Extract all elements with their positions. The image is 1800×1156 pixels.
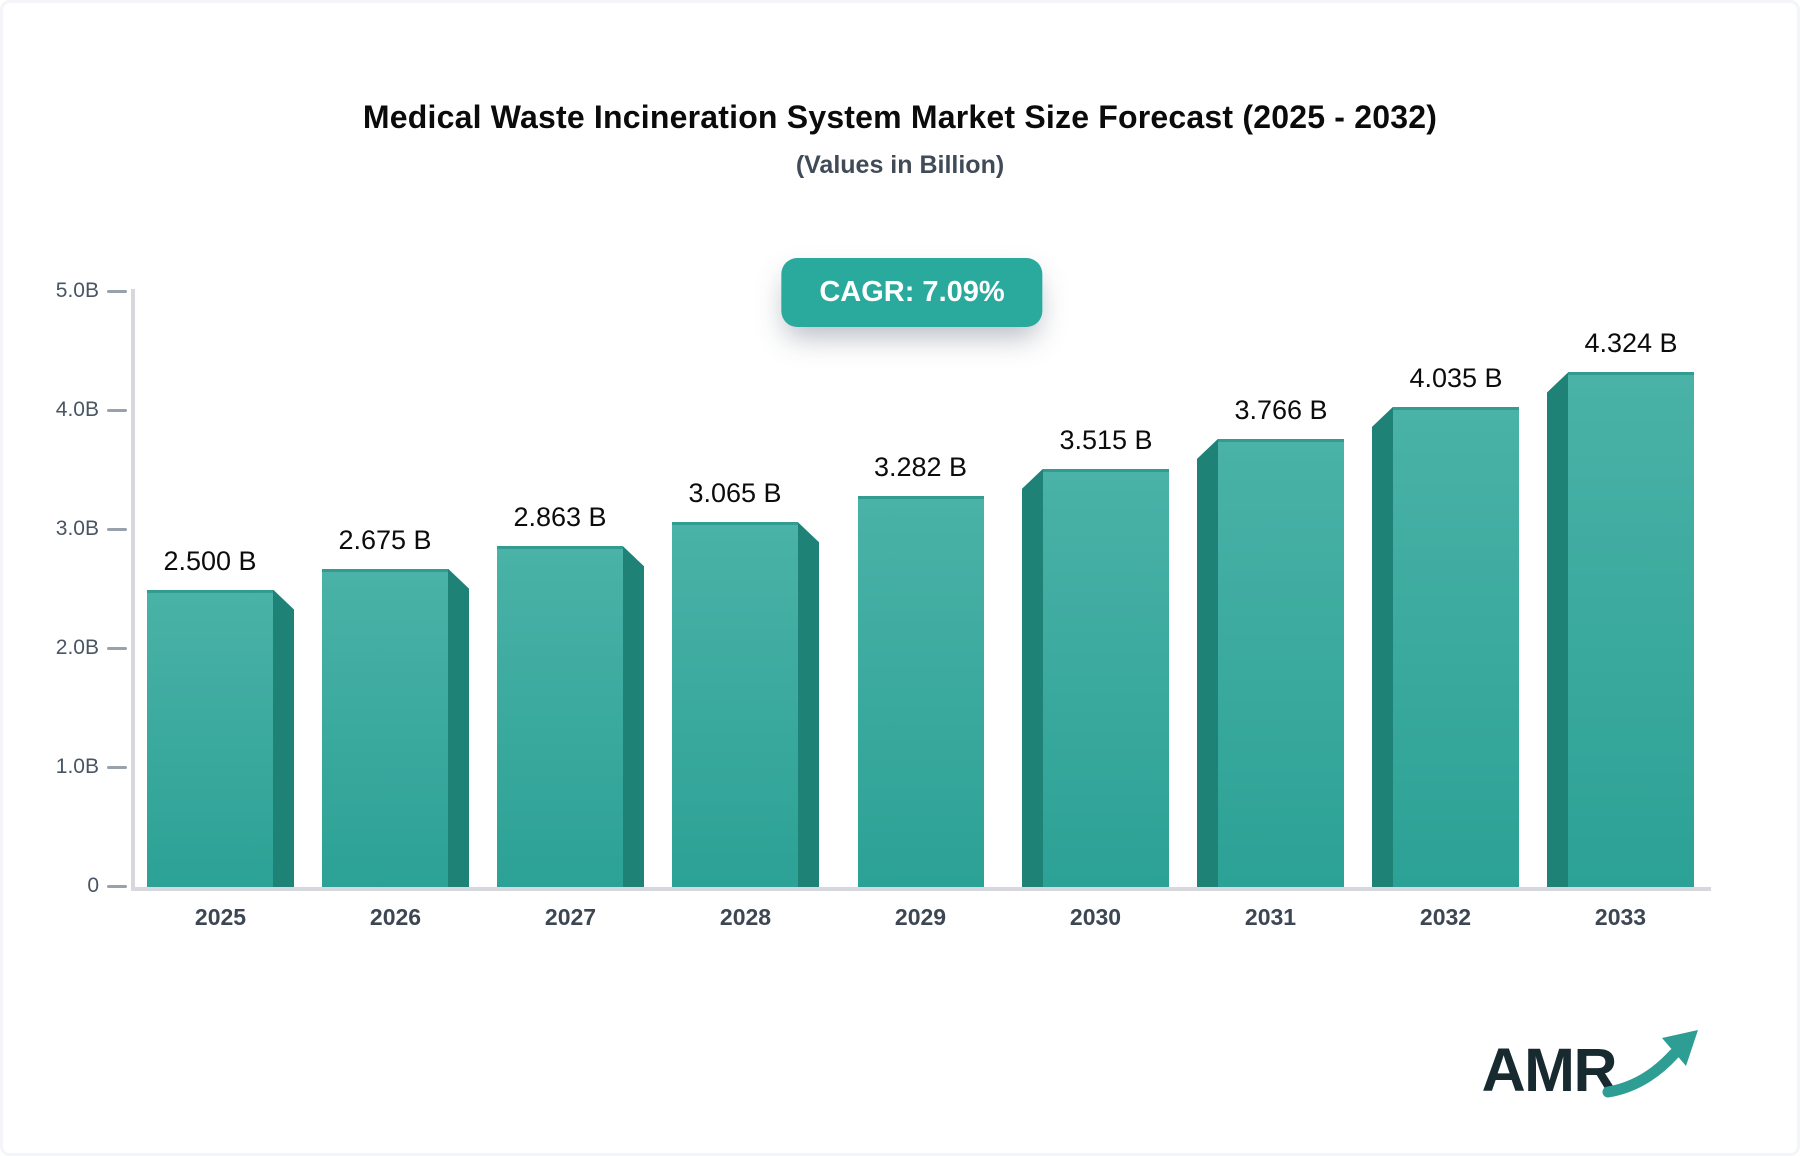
- x-label-2032: 2032: [1419, 904, 1472, 930]
- y-tick: [107, 647, 127, 650]
- bar-2026: [322, 568, 448, 887]
- bar-2031: [1218, 438, 1344, 887]
- bar-2028: [672, 522, 798, 887]
- x-label-2028: 2028: [719, 904, 772, 930]
- y-tick: [107, 528, 127, 531]
- chart-title: Medical Waste Incineration System Market…: [362, 99, 1438, 135]
- x-label-2029: 2029: [894, 904, 947, 930]
- chart-subtitle: (Values in Billion): [795, 151, 1005, 179]
- bar-side-panel: [273, 589, 294, 887]
- amr-logo: AMR: [1481, 1029, 1702, 1104]
- amr-logo-text: AMR: [1481, 1036, 1618, 1104]
- bar-value-label: 3.766 B: [1234, 394, 1328, 425]
- y-tick: [107, 885, 127, 888]
- bar-2033: [1568, 372, 1694, 887]
- bar-value-label: 4.035 B: [1409, 362, 1503, 393]
- bar-2027: [497, 546, 623, 887]
- y-tick: [107, 290, 127, 293]
- bar-side-panel: [1547, 372, 1568, 887]
- y-tick-label: 0: [87, 874, 99, 897]
- bar-side-panel: [623, 546, 644, 887]
- y-tick-label: 1.0B: [55, 755, 99, 778]
- growth-arrow-icon: [1602, 1029, 1698, 1097]
- bar-2032: [1393, 406, 1519, 887]
- bar-side-panel: [448, 568, 469, 887]
- bar-side-panel: [1022, 468, 1043, 887]
- x-label-2026: 2026: [369, 904, 422, 930]
- x-axis-line: [131, 887, 1711, 891]
- bar-side-panel: [1372, 406, 1393, 887]
- bar-2030: [1043, 468, 1169, 887]
- x-label-2025: 2025: [194, 904, 247, 930]
- bar-2025: [147, 589, 273, 887]
- x-label-2033: 2033: [1594, 904, 1647, 930]
- y-tick-label: 4.0B: [55, 398, 99, 421]
- bar-2029: [857, 496, 984, 887]
- y-tick: [107, 766, 127, 769]
- bar-value-label: 4.324 B: [1584, 328, 1678, 359]
- plot-area: 0 1.0B 2.0B 3.0B 4.0B 5.0B 2.500 B 2.675 B 2.863…: [56, 279, 1708, 897]
- bar-value-label: 3.515 B: [1059, 424, 1153, 455]
- y-tick: [107, 409, 127, 412]
- bar-value-label: 3.282 B: [873, 452, 968, 483]
- x-label-2031: 2031: [1244, 904, 1297, 930]
- x-label-2030: 2030: [1069, 904, 1122, 930]
- y-tick-label: 5.0B: [55, 279, 99, 302]
- bar-side-panel: [1197, 438, 1218, 887]
- bar-side-panel: [798, 522, 819, 887]
- chart-card: Medical Waste Incineration System Market…: [0, 0, 1800, 1156]
- y-tick-label: 3.0B: [55, 517, 99, 540]
- x-label-2027: 2027: [544, 904, 597, 930]
- y-tick-label: 2.0B: [55, 636, 99, 659]
